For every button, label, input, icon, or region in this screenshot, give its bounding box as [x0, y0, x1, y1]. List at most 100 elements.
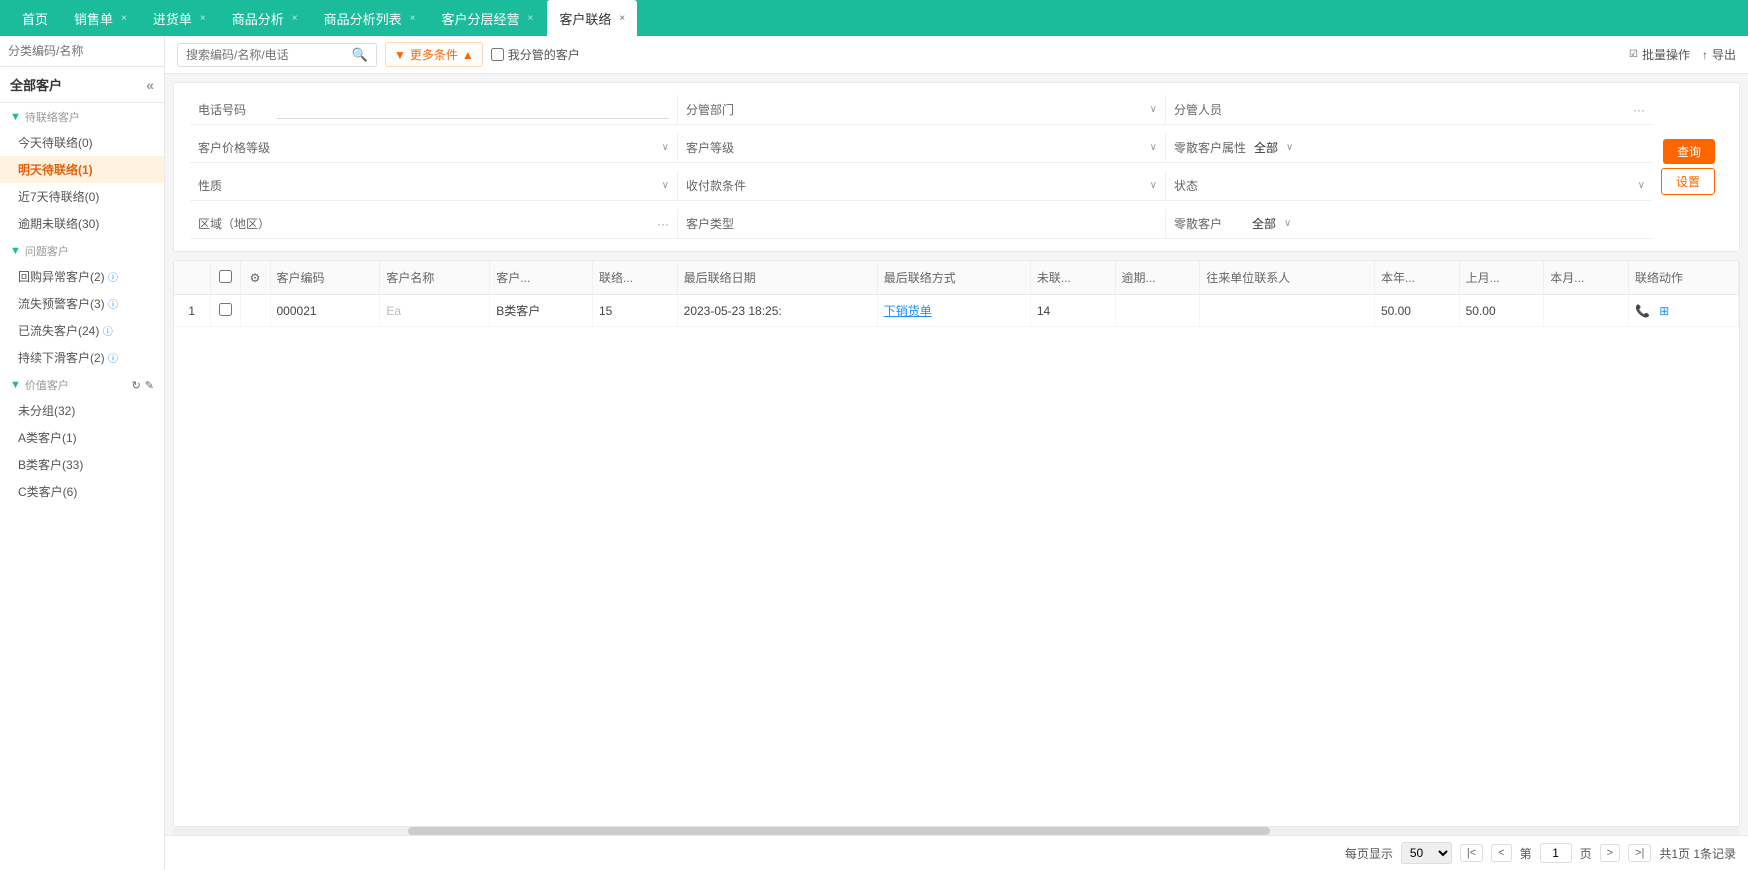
- filter-cell-person: 分管人员 ···: [1166, 95, 1653, 125]
- th-name: 客户名称: [380, 261, 490, 295]
- table-row: 1 000021 Ea B类客户 15 2023-05-23 18:25: 下销…: [174, 295, 1739, 327]
- first-page-btn[interactable]: |<: [1460, 844, 1483, 862]
- sidebar-item-class-b[interactable]: B类客户(33): [0, 451, 164, 478]
- last-page-btn[interactable]: >|: [1628, 844, 1651, 862]
- dept-dropdown-icon[interactable]: ∨: [1150, 104, 1157, 115]
- per-page-label: 每页显示: [1345, 845, 1393, 862]
- th-code: 客户编码: [270, 261, 380, 295]
- horizontal-scrollbar[interactable]: [173, 827, 1740, 835]
- td-last-month: 50.00: [1459, 295, 1544, 327]
- td-name: Ea: [380, 295, 490, 327]
- sidebar-item-declining[interactable]: 持续下滑客户(2) ⓘ: [0, 344, 164, 371]
- filter-phone-input[interactable]: [276, 100, 669, 119]
- sidebar-item-class-a[interactable]: A类客户(1): [0, 424, 164, 451]
- more-filter-btn[interactable]: ▼ 更多条件 ▲: [385, 42, 483, 67]
- next-page-btn[interactable]: >: [1600, 844, 1620, 862]
- nav-home[interactable]: 首页: [10, 5, 60, 32]
- per-page-select[interactable]: 50 100 200: [1401, 842, 1452, 864]
- nav-item-customer-layer[interactable]: 客户分层经营 ×: [429, 0, 545, 36]
- td-unit-contact: [1200, 295, 1375, 327]
- search-input[interactable]: [186, 48, 346, 62]
- th-contact-count: 联络...: [592, 261, 677, 295]
- close-sales-icon[interactable]: ×: [121, 13, 127, 24]
- filter-row-2: 客户价格等级 ∨ 客户等级 ∨ 零散客户属性 全部 ∨: [190, 129, 1653, 167]
- batch-ops-btn[interactable]: ☑ 批量操作: [1629, 46, 1690, 63]
- filter-cell-price-grade: 客户价格等级 ∨: [190, 133, 678, 163]
- page-suffix: 页: [1580, 845, 1592, 862]
- close-contact-icon[interactable]: ×: [619, 13, 625, 24]
- retail-cust-dropdown-icon[interactable]: ∨: [1284, 218, 1291, 229]
- sidebar-all-customers[interactable]: 全部客户 «: [0, 67, 164, 103]
- filter-cell-cust-grade: 客户等级 ∨: [678, 133, 1166, 163]
- close-layer-icon[interactable]: ×: [527, 13, 533, 24]
- th-overdue: 逾期...: [1115, 261, 1200, 295]
- sidebar-item-ungrouped[interactable]: 未分组(32): [0, 397, 164, 424]
- th-gear[interactable]: ⚙: [240, 261, 270, 295]
- retail-attr-dropdown-icon[interactable]: ∨: [1286, 142, 1293, 153]
- export-btn[interactable]: ↑ 导出: [1702, 46, 1736, 63]
- sidebar-search-input[interactable]: [8, 44, 163, 58]
- main-layout: 🔍 全部客户 « ▼ 待联络客户 今天待联络(0) 明天待联络(1) 近7天待联…: [0, 36, 1748, 870]
- filter-cell-nature: 性质 ∨: [190, 171, 678, 201]
- th-type: 客户...: [490, 261, 593, 295]
- sidebar-item-today[interactable]: 今天待联络(0): [0, 129, 164, 156]
- sidebar-collapse-icon[interactable]: «: [146, 77, 154, 93]
- my-customers-checkbox[interactable]: [491, 48, 504, 61]
- top-nav: 首页 销售单 × 进货单 × 商品分析 × 商品分析列表 × 客户分层经营 × …: [0, 0, 1748, 36]
- close-analysis-list-icon[interactable]: ×: [410, 13, 416, 24]
- sidebar-item-tomorrow[interactable]: 明天待联络(1): [0, 156, 164, 183]
- settings-button[interactable]: 设置: [1661, 168, 1715, 195]
- filter-row-3: 性质 ∨ 收付款条件 ∨ 状态 ∨: [190, 167, 1653, 205]
- pagination: 每页显示 50 100 200 |< < 第 页 > >| 共1页 1条记录: [165, 835, 1748, 870]
- nav-item-purchase[interactable]: 进货单 ×: [141, 0, 218, 36]
- td-unlinked: 14: [1030, 295, 1115, 327]
- last-method-link[interactable]: 下销货单: [884, 304, 932, 318]
- sidebar-item-class-c[interactable]: C类客户(6): [0, 478, 164, 505]
- page-number-input[interactable]: [1540, 843, 1572, 863]
- sidebar-item-overdue[interactable]: 逾期未联络(30): [0, 210, 164, 237]
- action-phone-icon[interactable]: 📞: [1635, 304, 1650, 318]
- th-unit-contact: 往来单位联系人: [1200, 261, 1375, 295]
- th-this-year: 本年...: [1374, 261, 1459, 295]
- filter-cell-phone: 电话号码: [190, 95, 678, 125]
- section-problem-customer: ▼ 问题客户: [0, 237, 164, 263]
- row-checkbox[interactable]: [219, 303, 232, 316]
- close-purchase-icon[interactable]: ×: [200, 13, 206, 24]
- sidebar-item-7days[interactable]: 近7天待联络(0): [0, 183, 164, 210]
- action-qrcode-icon[interactable]: ⊞: [1659, 304, 1669, 318]
- nav-item-analysis[interactable]: 商品分析 ×: [220, 0, 310, 36]
- status-dropdown-icon[interactable]: ∨: [1638, 180, 1645, 191]
- gear-icon[interactable]: ⚙: [250, 271, 261, 285]
- td-contact-count: 15: [592, 295, 677, 327]
- region-more-icon[interactable]: ···: [657, 217, 669, 231]
- nature-dropdown-icon[interactable]: ∨: [662, 180, 669, 191]
- table-wrap: ⚙ 客户编码 客户名称 客户... 联络... 最后联络日期 最后联络方式 未联…: [173, 260, 1740, 827]
- td-checkbox[interactable]: [210, 295, 240, 327]
- select-all-checkbox[interactable]: [219, 270, 232, 283]
- filter-row-1: 电话号码 分管部门 ∨ 分管人员 ···: [190, 91, 1653, 129]
- sidebar: 🔍 全部客户 « ▼ 待联络客户 今天待联络(0) 明天待联络(1) 近7天待联…: [0, 36, 165, 870]
- toolbar-right: ☑ 批量操作 ↑ 导出: [1629, 46, 1736, 63]
- search-icon[interactable]: 🔍: [352, 47, 368, 63]
- sidebar-item-churned[interactable]: 已流失客户(24) ⓘ: [0, 317, 164, 344]
- cust-grade-dropdown-icon[interactable]: ∨: [1150, 142, 1157, 153]
- td-action: 📞 ⊞: [1628, 295, 1738, 327]
- prev-page-btn[interactable]: <: [1491, 844, 1511, 862]
- th-action: 联络动作: [1628, 261, 1738, 295]
- sidebar-item-repurchase-abnormal[interactable]: 回购异常客户(2) ⓘ: [0, 263, 164, 290]
- total-records: 共1页 1条记录: [1659, 845, 1736, 862]
- filter-cell-status: 状态 ∨: [1166, 171, 1653, 201]
- close-analysis-icon[interactable]: ×: [292, 13, 298, 24]
- nav-item-customer-contact[interactable]: 客户联络 ×: [547, 0, 637, 36]
- query-button[interactable]: 查询: [1663, 139, 1715, 164]
- nav-item-analysis-list[interactable]: 商品分析列表 ×: [312, 0, 428, 36]
- price-grade-dropdown-icon[interactable]: ∨: [662, 142, 669, 153]
- payment-dropdown-icon[interactable]: ∨: [1150, 180, 1157, 191]
- person-more-icon[interactable]: ···: [1633, 103, 1645, 117]
- my-customers-checkbox-label[interactable]: 我分管的客户: [491, 46, 580, 63]
- td-overdue: [1115, 295, 1200, 327]
- sidebar-item-churn-warning[interactable]: 流失预警客户(3) ⓘ: [0, 290, 164, 317]
- nav-item-sales[interactable]: 销售单 ×: [62, 0, 139, 36]
- filter-panel: 电话号码 分管部门 ∨ 分管人员 ···: [173, 82, 1740, 252]
- th-checkbox: [210, 261, 240, 295]
